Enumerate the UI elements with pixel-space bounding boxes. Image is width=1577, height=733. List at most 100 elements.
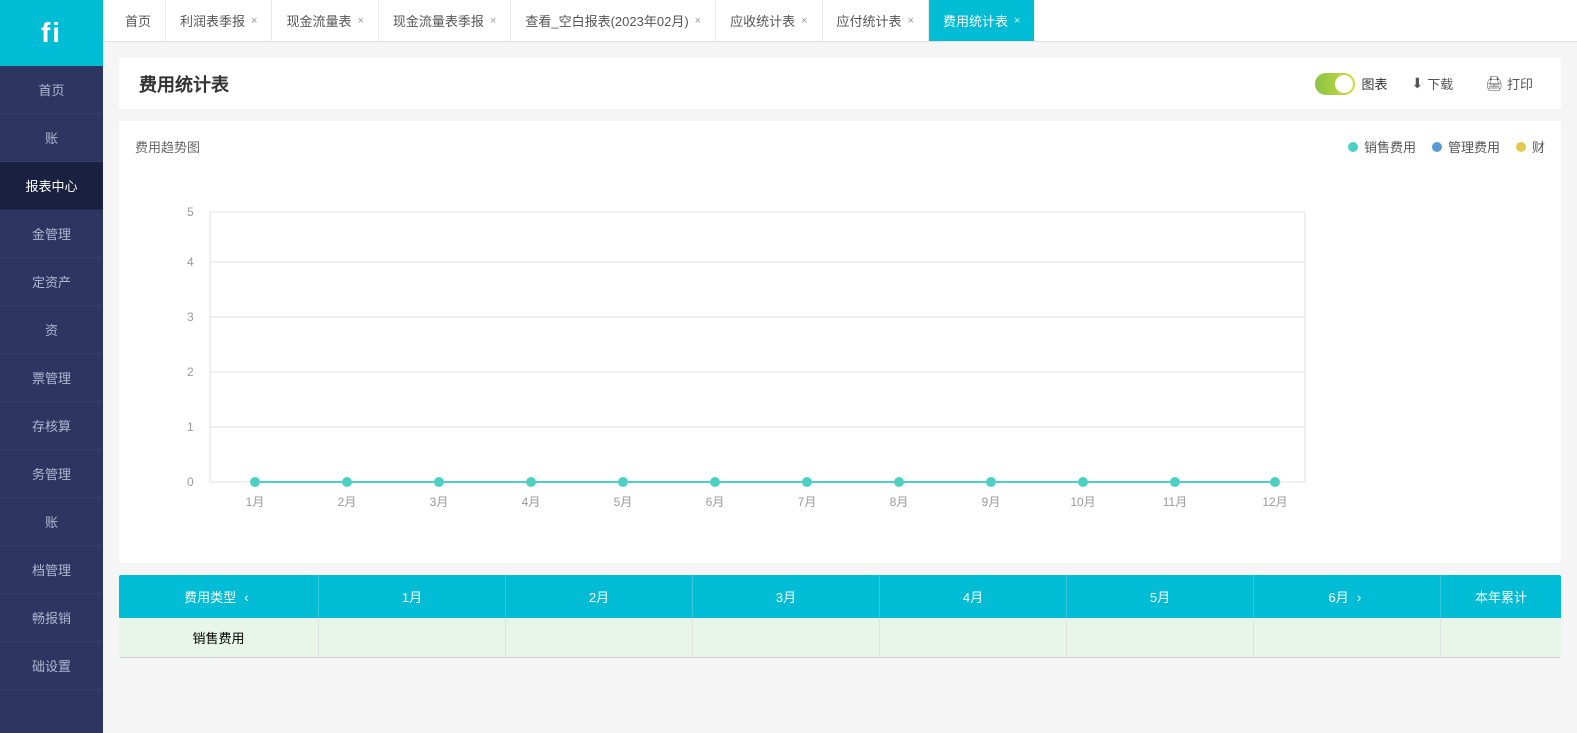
header-actions: 图表 ⬇ 下载 🖨 打印 <box>1315 70 1541 97</box>
legend-sales: 销售费用 <box>1348 137 1416 156</box>
tab-cashflow-quarterly[interactable]: 现金流量表季报 × <box>379 0 511 41</box>
sidebar-item-archive[interactable]: 档管理 <box>0 546 103 594</box>
sidebar-logo: fi <box>0 0 103 66</box>
print-label: 打印 <box>1507 74 1533 93</box>
chart-toggle[interactable] <box>1315 73 1355 95</box>
td-month-3 <box>693 618 880 657</box>
tab-close-expense-stat[interactable]: × <box>1014 15 1020 27</box>
th-total: 本年累计 <box>1441 575 1561 618</box>
toggle-thumb <box>1335 75 1353 93</box>
sidebar-item-account[interactable]: 账 <box>0 114 103 162</box>
svg-text:9月: 9月 <box>982 495 1001 509</box>
sidebar-item-inventory[interactable]: 存核算 <box>0 402 103 450</box>
main-content: 首页 利润表季报 × 现金流量表 × 现金流量表季报 × 查看_空白报表(202… <box>103 0 1577 733</box>
td-month-2 <box>506 618 693 657</box>
chart-toggle-wrapper[interactable]: 图表 <box>1315 73 1387 95</box>
page-title: 费用统计表 <box>139 71 229 97</box>
sidebar-item-settings[interactable]: 础设置 <box>0 642 103 690</box>
nav-prev-arrow[interactable]: ‹ <box>244 589 249 605</box>
download-button[interactable]: ⬇ 下载 <box>1403 70 1461 97</box>
th-type: 费用类型 ‹ <box>119 575 319 618</box>
page-content: 费用统计表 图表 ⬇ 下载 🖨 打印 <box>103 42 1577 733</box>
download-label: 下载 <box>1427 74 1453 93</box>
svg-text:1: 1 <box>187 420 194 434</box>
tab-receivable[interactable]: 应收统计表 × <box>716 0 822 41</box>
tab-close-payable[interactable]: × <box>908 15 914 27</box>
svg-text:4月: 4月 <box>522 495 541 509</box>
sidebar-item-assets[interactable]: 定资产 <box>0 258 103 306</box>
tab-blank-report[interactable]: 查看_空白报表(2023年02月) × <box>511 0 716 41</box>
legend-label-sales: 销售费用 <box>1364 137 1416 156</box>
tab-close-cashflow-quarterly[interactable]: × <box>490 15 496 27</box>
th-type-label: 费用类型 <box>184 587 236 606</box>
tab-expense-stat[interactable]: 费用统计表 × <box>929 0 1035 41</box>
th-month-5: 5月 <box>1067 575 1254 618</box>
legend-dot-finance <box>1516 142 1526 152</box>
svg-text:6月: 6月 <box>706 495 725 509</box>
table-row: 销售费用 <box>119 618 1561 658</box>
svg-text:2月: 2月 <box>338 495 357 509</box>
legend-dot-sales <box>1348 142 1358 152</box>
trend-chart: 5 4 3 2 1 0 <box>135 164 1545 544</box>
page-header: 费用统计表 图表 ⬇ 下载 🖨 打印 <box>119 58 1561 109</box>
svg-text:0: 0 <box>187 475 194 489</box>
tab-close-cashflow[interactable]: × <box>357 15 363 27</box>
tab-cashflow[interactable]: 现金流量表 × <box>272 0 378 41</box>
chart-title: 费用趋势图 <box>135 137 200 156</box>
tab-home[interactable]: 首页 <box>111 0 166 41</box>
toggle-label: 图表 <box>1361 74 1387 93</box>
legend-label-finance: 财 <box>1532 137 1545 156</box>
svg-text:3月: 3月 <box>430 495 449 509</box>
sidebar-item-ledger[interactable]: 账 <box>0 498 103 546</box>
chart-section: 费用趋势图 销售费用 管理费用 财 <box>119 121 1561 563</box>
td-month-5 <box>1067 618 1254 657</box>
td-month-1 <box>319 618 506 657</box>
svg-text:10月: 10月 <box>1070 495 1095 509</box>
svg-text:3: 3 <box>187 310 194 324</box>
sidebar: fi 首页 账 报表中心 金管理 定资产 资 票管理 存核算 务管理 账 档管理… <box>0 0 103 733</box>
nav-next-arrow[interactable]: › <box>1357 589 1362 605</box>
sidebar-item-capital[interactable]: 资 <box>0 306 103 354</box>
th-month-4: 4月 <box>880 575 1067 618</box>
legend-dot-admin <box>1432 142 1442 152</box>
legend-admin: 管理费用 <box>1432 137 1500 156</box>
tab-close-receivable[interactable]: × <box>801 15 807 27</box>
svg-text:5: 5 <box>187 205 194 219</box>
tab-close-blank-report[interactable]: × <box>695 15 701 27</box>
tab-profit[interactable]: 利润表季报 × <box>166 0 272 41</box>
tab-close-profit[interactable]: × <box>251 15 257 27</box>
svg-text:1月: 1月 <box>246 495 265 509</box>
td-type: 销售费用 <box>119 618 319 657</box>
sidebar-item-service[interactable]: 务管理 <box>0 450 103 498</box>
svg-text:7月: 7月 <box>798 495 817 509</box>
sidebar-item-cash[interactable]: 金管理 <box>0 210 103 258</box>
th-month-2: 2月 <box>506 575 693 618</box>
download-icon: ⬇ <box>1411 75 1423 92</box>
legend-finance: 财 <box>1516 137 1545 156</box>
tab-bar: 首页 利润表季报 × 现金流量表 × 现金流量表季报 × 查看_空白报表(202… <box>103 0 1577 42</box>
svg-text:11月: 11月 <box>1163 495 1187 509</box>
th-month-3: 3月 <box>693 575 880 618</box>
sidebar-item-reports[interactable]: 报表中心 <box>0 162 103 210</box>
print-button[interactable]: 🖨 打印 <box>1477 70 1541 97</box>
table-section: 费用类型 ‹ 1月 2月 3月 4月 5月 6月 › 本年累计 销售费用 <box>119 575 1561 658</box>
th-month-1: 1月 <box>319 575 506 618</box>
chart-area: 5 4 3 2 1 0 <box>135 164 1545 547</box>
sidebar-item-expense[interactable]: 畅报销 <box>0 594 103 642</box>
sidebar-item-home[interactable]: 首页 <box>0 66 103 114</box>
td-month-4 <box>880 618 1067 657</box>
sidebar-item-invoice[interactable]: 票管理 <box>0 354 103 402</box>
chart-header: 费用趋势图 销售费用 管理费用 财 <box>135 137 1545 156</box>
td-total <box>1441 618 1561 657</box>
svg-text:12月: 12月 <box>1262 495 1287 509</box>
svg-text:5月: 5月 <box>614 495 633 509</box>
svg-text:8月: 8月 <box>890 495 909 509</box>
tab-payable[interactable]: 应付统计表 × <box>823 0 929 41</box>
svg-text:2: 2 <box>187 365 194 379</box>
legend-label-admin: 管理费用 <box>1448 137 1500 156</box>
chart-legend: 销售费用 管理费用 财 <box>1348 137 1545 156</box>
th-month-6: 6月 › <box>1254 575 1441 618</box>
print-icon: 🖨 <box>1485 75 1503 92</box>
td-month-6 <box>1254 618 1441 657</box>
svg-text:4: 4 <box>187 255 194 269</box>
